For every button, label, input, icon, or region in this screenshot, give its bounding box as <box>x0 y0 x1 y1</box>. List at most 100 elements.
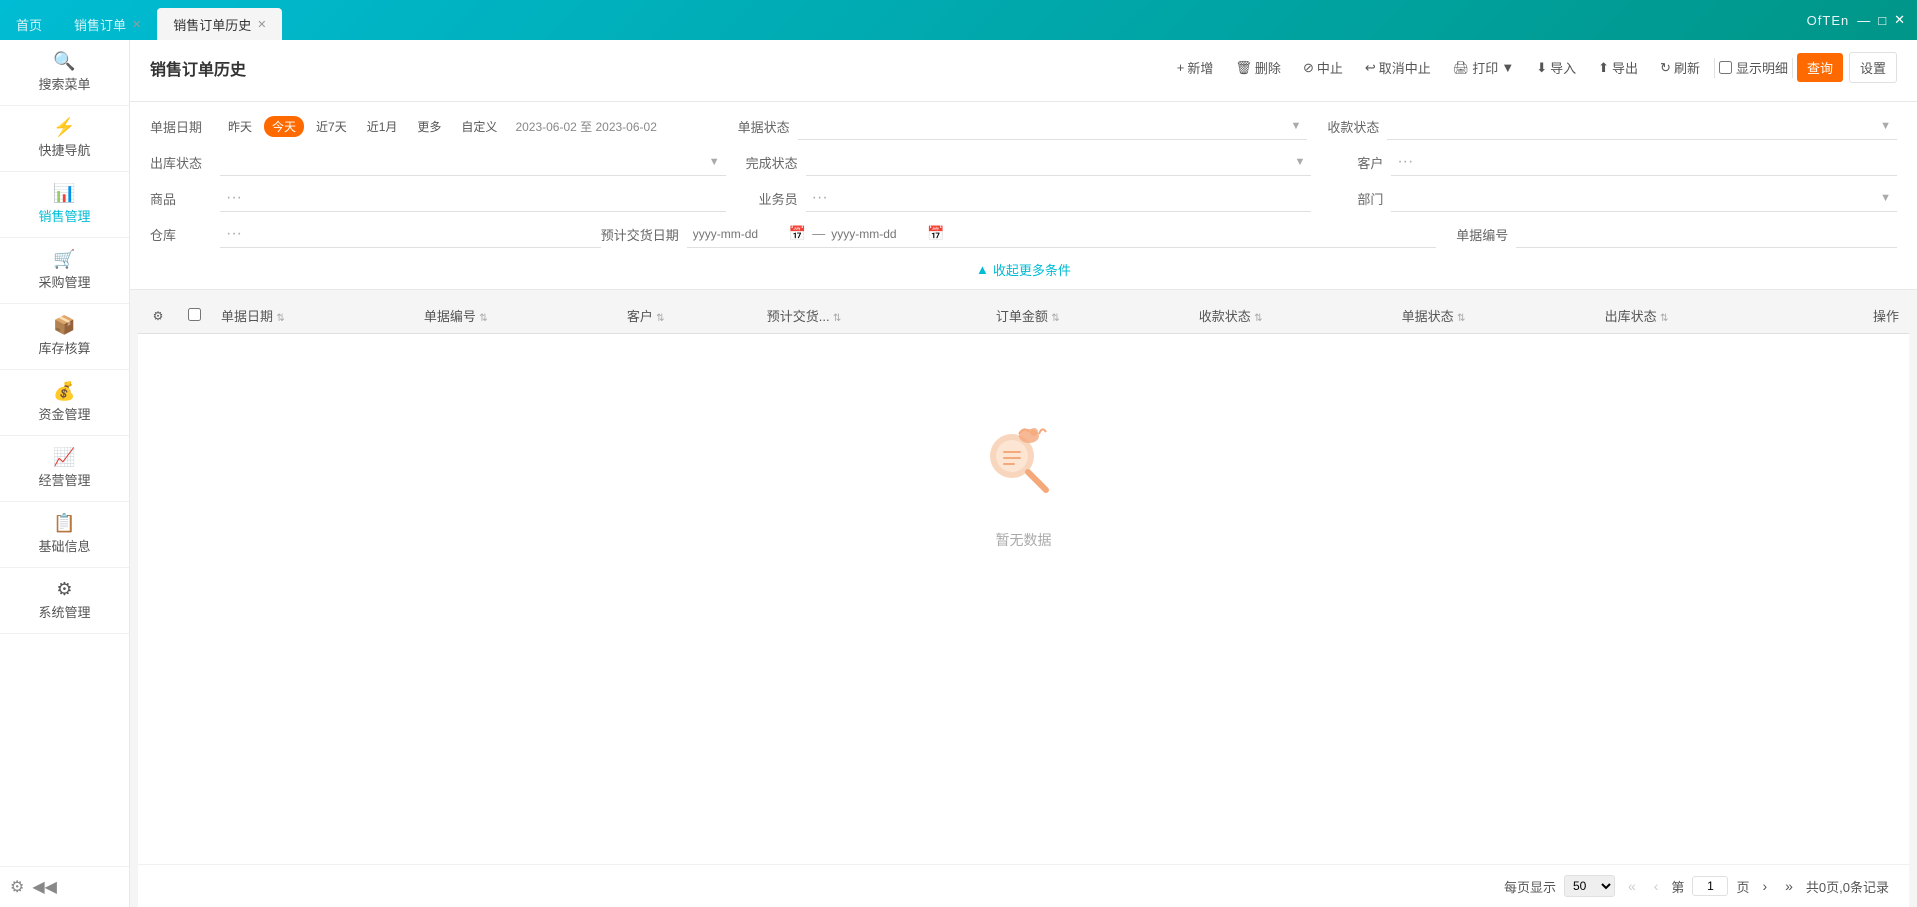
refresh-button[interactable]: ↻ 刷新 <box>1650 53 1710 82</box>
doc-number-filter[interactable] <box>1516 220 1897 248</box>
doc-status-column-header[interactable]: 单据状态 ⇅ <box>1392 298 1595 334</box>
customer-dots[interactable]: ··· <box>1397 153 1413 171</box>
sidebar-collapse-btn[interactable]: ◀◀ <box>32 877 57 897</box>
collapse-icon: ▲ <box>976 262 989 277</box>
data-table: ⚙ 单据日期 ⇅ 单据编号 ⇅ <box>138 298 1909 334</box>
number-column-label: 单据编号 <box>424 309 476 324</box>
yesterday-chip[interactable]: 昨天 <box>220 116 260 137</box>
payment-status-filter[interactable]: ▼ <box>1387 112 1897 140</box>
salesperson-dots[interactable]: ··· <box>812 189 828 207</box>
doc-number-input[interactable] <box>1522 227 1891 241</box>
minimize-btn[interactable]: — <box>1857 13 1870 28</box>
date-column-header[interactable]: 单据日期 ⇅ <box>211 298 414 334</box>
add-button[interactable]: + 新增 <box>1167 53 1224 82</box>
sidebar-item-finance[interactable]: 💰 资金管理 <box>0 370 129 436</box>
today-chip[interactable]: 今天 <box>264 116 304 137</box>
goods-dots[interactable]: ··· <box>226 189 242 207</box>
amount-column-label: 订单金额 <box>996 309 1048 324</box>
complete-status-select[interactable]: ▼ <box>812 156 1306 168</box>
sidebar-item-basicinfo[interactable]: 📋 基础信息 <box>0 502 129 568</box>
table-header: ⚙ 单据日期 ⇅ 单据编号 ⇅ <box>138 298 1909 334</box>
sidebar-item-system[interactable]: ⚙ 系统管理 <box>0 568 129 634</box>
display-detail-toggle[interactable]: 显示明细 <box>1719 58 1788 77</box>
next-page-btn[interactable]: › <box>1757 876 1772 896</box>
sidebar-item-operations[interactable]: 📈 经营管理 <box>0 436 129 502</box>
empty-state: 暂无数据 <box>138 334 1909 630</box>
current-page-input[interactable] <box>1692 876 1728 896</box>
tab-sales-order-history[interactable]: 销售订单历史 ✕ <box>157 8 282 40</box>
sidebar-item-quicknav[interactable]: ⚡ 快捷导航 <box>0 106 129 172</box>
last-page-btn[interactable]: » <box>1780 876 1798 896</box>
salesperson-label: 业务员 <box>726 189 806 208</box>
import-button[interactable]: ⬇ 导入 <box>1526 53 1586 82</box>
sidebar-item-system-label: 系统管理 <box>38 602 90 621</box>
payment-status-sort-icon: ⇅ <box>1254 313 1262 324</box>
sidebar-settings-btn[interactable]: ⚙ <box>10 877 24 897</box>
delivery-column-header[interactable]: 预计交货... ⇅ <box>757 298 986 334</box>
complete-status-filter[interactable]: ▼ <box>806 148 1312 176</box>
1month-chip[interactable]: 近1月 <box>359 116 406 137</box>
sidebar-item-search[interactable]: 🔍 搜索菜单 <box>0 40 129 106</box>
customer-filter[interactable]: ··· <box>1391 148 1897 176</box>
select-all-checkbox[interactable] <box>188 308 201 321</box>
export-button[interactable]: ⬆ 导出 <box>1588 53 1648 82</box>
display-detail-checkbox[interactable] <box>1719 61 1732 74</box>
page-size-select[interactable]: 50 10 20 100 <box>1564 875 1615 897</box>
custom-chip[interactable]: 自定义 <box>453 116 505 137</box>
stop-button[interactable]: ⊘ 中止 <box>1293 53 1353 82</box>
collapse-row[interactable]: ▲ 收起更多条件 <box>150 256 1897 279</box>
sidebar-item-purchase[interactable]: 🛒 采购管理 <box>0 238 129 304</box>
more-chip[interactable]: 更多 <box>409 116 449 137</box>
delivery-start-date[interactable] <box>693 227 783 241</box>
goods-filter[interactable]: ··· <box>220 184 726 212</box>
warehouse-dots[interactable]: ··· <box>226 225 242 243</box>
outbound-status-column-header[interactable]: 出库状态 ⇅ <box>1595 298 1798 334</box>
display-detail-label: 显示明细 <box>1736 58 1788 77</box>
gear-column-header[interactable]: ⚙ <box>138 298 178 334</box>
sidebar-item-inventory[interactable]: 📦 库存核算 <box>0 304 129 370</box>
action-column-label: 操作 <box>1873 309 1899 324</box>
sidebar-item-finance-label: 资金管理 <box>38 404 90 423</box>
warehouse-filter[interactable]: ··· <box>220 220 601 248</box>
close-sales-order-history-tab[interactable]: ✕ <box>257 18 266 31</box>
payment-status-select[interactable]: ▼ <box>1393 120 1891 132</box>
payment-status-column-header[interactable]: 收款状态 ⇅ <box>1189 298 1392 334</box>
sidebar-item-search-label: 搜索菜单 <box>38 74 90 93</box>
first-page-btn[interactable]: « <box>1623 876 1641 896</box>
doc-status-filter[interactable]: ▼ <box>798 112 1308 140</box>
outbound-status-filter[interactable]: ▼ <box>220 148 726 176</box>
department-filter[interactable]: ▼ <box>1391 184 1897 212</box>
end-calendar-icon[interactable]: 📅 <box>927 225 944 242</box>
close-btn[interactable]: ✕ <box>1894 12 1905 28</box>
delete-button[interactable]: 🗑 删除 <box>1225 53 1291 82</box>
print-icon: 🖨 <box>1453 60 1470 76</box>
close-sales-order-tab[interactable]: ✕ <box>132 18 141 31</box>
print-button[interactable]: 🖨 打印 ▼ <box>1443 53 1524 82</box>
salesperson-filter[interactable]: ··· <box>806 184 1312 212</box>
department-select[interactable]: ▼ <box>1397 192 1891 204</box>
delivery-date-filter: 📅 — 📅 <box>687 220 1437 248</box>
settings-button[interactable]: 设置 <box>1849 52 1897 83</box>
amount-column-header[interactable]: 订单金额 ⇅ <box>986 298 1189 334</box>
date-range-display: 2023-06-02 至 2023-06-02 <box>515 118 656 135</box>
tab-sales-order[interactable]: 销售订单 ✕ <box>58 8 157 40</box>
outbound-status-arrow-icon: ▼ <box>709 156 720 168</box>
customer-column-header[interactable]: 客户 ⇅ <box>617 298 757 334</box>
tab-home[interactable]: 首页 <box>0 8 58 40</box>
number-column-header[interactable]: 单据编号 ⇅ <box>414 298 617 334</box>
doc-status-select[interactable]: ▼ <box>804 120 1302 132</box>
delivery-end-date[interactable] <box>831 227 921 241</box>
prev-page-btn[interactable]: ‹ <box>1649 876 1664 896</box>
basicinfo-icon: 📋 <box>53 514 75 532</box>
maximize-btn[interactable]: □ <box>1878 13 1886 28</box>
sidebar-item-sales[interactable]: 📊 销售管理 <box>0 172 129 238</box>
cancel-stop-button[interactable]: ↩ 取消中止 <box>1355 53 1441 82</box>
tab-sales-order-label: 销售订单 <box>74 15 126 34</box>
outbound-status-select[interactable]: ▼ <box>226 156 720 168</box>
query-button[interactable]: 查询 <box>1797 53 1843 82</box>
table-area: ⚙ 单据日期 ⇅ 单据编号 ⇅ <box>138 298 1909 907</box>
7days-chip[interactable]: 近7天 <box>308 116 355 137</box>
start-calendar-icon[interactable]: 📅 <box>789 225 806 242</box>
date-filter-group: 昨天 今天 近7天 近1月 更多 自定义 2023-06-02 至 2023-0… <box>220 116 718 137</box>
refresh-icon: ↻ <box>1660 60 1671 76</box>
